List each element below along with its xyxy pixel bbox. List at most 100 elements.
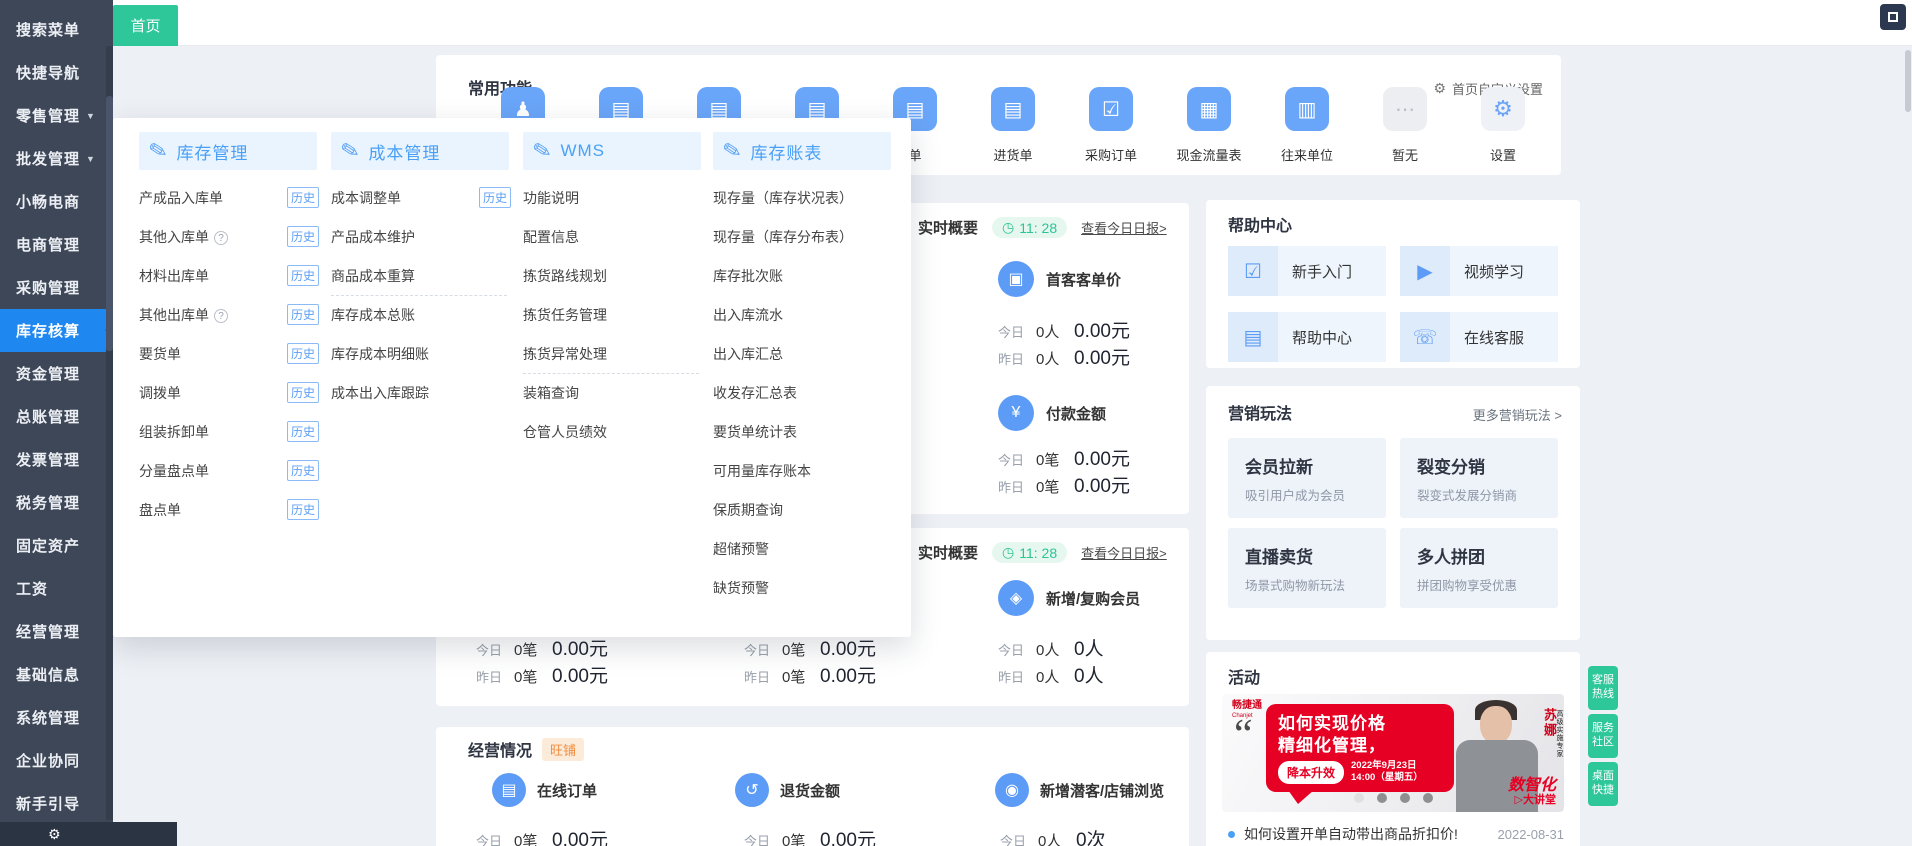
sidebar-item-beginner-guide[interactable]: 新手引导	[0, 782, 113, 825]
sidebar-item-retail[interactable]: 零售管理 ▼	[0, 94, 113, 137]
menu-item[interactable]: 库存成本明细账	[331, 334, 515, 373]
marketing-tile-fission-distribution[interactable]: 裂变分销 裂变式发展分销商	[1400, 438, 1558, 518]
marketing-tile-live-selling[interactable]: 直播卖货 场景式购物新玩法	[1228, 528, 1386, 608]
page-scrollbar[interactable]	[1905, 50, 1911, 112]
menu-item[interactable]: 配置信息	[523, 217, 707, 256]
carousel-dot[interactable]	[1400, 793, 1410, 803]
sidebar-item-payroll[interactable]: 工资	[0, 567, 113, 610]
menu-item[interactable]: 缺货预警	[713, 568, 909, 607]
sidebar-item-funds[interactable]: 资金管理	[0, 352, 113, 395]
menu-item[interactable]: 装箱查询	[523, 373, 707, 412]
menu-item[interactable]: 库存成本总账	[331, 295, 515, 334]
history-badge[interactable]: 历史	[286, 460, 319, 481]
quick-icon-label[interactable]: 往来单位	[1259, 145, 1355, 164]
sidebar-item-quick-nav[interactable]: 快捷导航	[0, 51, 113, 94]
view-daily-report-link[interactable]: 查看今日日报>	[1081, 543, 1167, 562]
purchase-receipt-icon[interactable]: ▤	[991, 87, 1035, 131]
menu-item[interactable]: 商品成本重算	[331, 256, 515, 295]
activity-banner[interactable]: 畅捷通 Chanjet “ 如何实现价格 精细化管理， 降本升效 2022年9月2…	[1222, 694, 1564, 812]
sidebar-scrollbar[interactable]	[106, 96, 113, 351]
sidebar-item-invoice[interactable]: 发票管理	[0, 438, 113, 481]
cash-flow-statement-icon[interactable]: ▦	[1187, 87, 1231, 131]
menu-item[interactable]: 现存量（库存状况表）	[713, 178, 909, 217]
menu-item[interactable]: 材料出库单 历史	[139, 256, 323, 295]
help-tile-support[interactable]: ☏ 在线客服	[1400, 312, 1558, 362]
sidebar-item-wholesale[interactable]: 批发管理 ▼	[0, 137, 113, 180]
help-tile-docs[interactable]: ▤ 帮助中心	[1228, 312, 1386, 362]
marketing-tile-group-buying[interactable]: 多人拼团 拼团购物享受优惠	[1400, 528, 1558, 608]
service-hotline-button[interactable]: 客服 热线	[1588, 666, 1618, 710]
menu-item[interactable]: 可用量库存账本	[713, 451, 909, 490]
sidebar-item-operations[interactable]: 经营管理	[0, 610, 113, 653]
menu-item[interactable]: 组装拆卸单 历史	[139, 412, 323, 451]
sidebar-item-xiaochang-ecom[interactable]: 小畅电商	[0, 180, 113, 223]
history-badge[interactable]: 历史	[286, 265, 319, 286]
flyout-header-inventory-management[interactable]: ✎ 库存管理	[139, 132, 317, 170]
quick-icon-label[interactable]: 暂无	[1357, 145, 1453, 164]
menu-item[interactable]: 拣货路线规划	[523, 256, 707, 295]
quick-icon-label[interactable]: 采购订单	[1063, 145, 1159, 164]
menu-item[interactable]: 仓管人员绩效	[523, 412, 707, 451]
menu-item[interactable]: 超储预警	[713, 529, 909, 568]
tab-home[interactable]: 首页	[113, 5, 178, 46]
history-badge[interactable]: 历史	[286, 226, 319, 247]
help-tile-beginner[interactable]: ☑ 新手入门	[1228, 246, 1386, 296]
history-badge[interactable]: 历史	[286, 304, 319, 325]
menu-item[interactable]: 保质期查询	[713, 490, 909, 529]
view-daily-report-link[interactable]: 查看今日日报>	[1081, 218, 1167, 237]
sidebar-item-basic-info[interactable]: 基础信息	[0, 653, 113, 696]
carousel-dot[interactable]	[1354, 793, 1364, 803]
help-tile-video[interactable]: ▶ 视频学习	[1400, 246, 1558, 296]
menu-item[interactable]: 其他出库单? 历史	[139, 295, 323, 334]
flyout-header-wms[interactable]: ✎ WMS	[523, 132, 701, 170]
sidebar-item-purchasing[interactable]: 采购管理	[0, 266, 113, 309]
sidebar-item-general-ledger[interactable]: 总账管理	[0, 395, 113, 438]
menu-item[interactable]: 出入库汇总	[713, 334, 909, 373]
menu-item[interactable]: 产品成本维护	[331, 217, 515, 256]
menu-item[interactable]: 其他入库单? 历史	[139, 217, 323, 256]
menu-item[interactable]: 出入库流水	[713, 295, 909, 334]
carousel-dot[interactable]	[1377, 793, 1387, 803]
history-badge[interactable]: 历史	[286, 421, 319, 442]
menu-item[interactable]: 拣货异常处理	[523, 334, 707, 373]
more-marketing-link[interactable]: 更多营销玩法 >	[1473, 405, 1562, 424]
history-badge[interactable]: 历史	[286, 382, 319, 403]
sidebar-item-collaboration[interactable]: 企业协同	[0, 739, 113, 782]
sidebar-item-search-menu[interactable]: 搜索菜单	[0, 8, 113, 51]
service-community-button[interactable]: 服务 社区	[1588, 714, 1618, 758]
menu-item[interactable]: 收发存汇总表	[713, 373, 909, 412]
sidebar-item-inventory-accounting[interactable]: 库存核算	[0, 309, 113, 352]
news-item[interactable]: 如何设置开单自动带出商品折扣价! 2022-08-31	[1228, 824, 1564, 844]
quick-icon-label[interactable]: 现金流量表	[1161, 145, 1257, 164]
business-partners-icon[interactable]: ▥	[1285, 87, 1329, 131]
sidebar-item-ecommerce[interactable]: 电商管理	[0, 223, 113, 266]
menu-item[interactable]: 分量盘点单 历史	[139, 451, 323, 490]
menu-item[interactable]: 调拨单 历史	[139, 373, 323, 412]
menu-item[interactable]: 成本调整单 历史	[331, 178, 515, 217]
menu-item[interactable]: 成本出入库跟踪	[331, 373, 515, 412]
menu-item[interactable]: 功能说明	[523, 178, 707, 217]
purchase-order-icon[interactable]: ☑	[1089, 87, 1133, 131]
sidebar-item-system[interactable]: 系统管理	[0, 696, 113, 739]
sidebar-item-fixed-assets[interactable]: 固定资产	[0, 524, 113, 567]
carousel-dot[interactable]	[1423, 793, 1433, 803]
history-badge[interactable]: 历史	[478, 187, 511, 208]
flyout-header-inventory-reports[interactable]: ✎ 库存账表	[713, 132, 891, 170]
menu-item[interactable]: 库存批次账	[713, 256, 909, 295]
fullscreen-button[interactable]	[1880, 4, 1906, 30]
sidebar-item-tax[interactable]: 税务管理	[0, 481, 113, 524]
gear-icon[interactable]: ⚙	[48, 826, 61, 843]
quick-icon-label[interactable]: 进货单	[965, 145, 1061, 164]
settings-icon[interactable]: ⚙	[1481, 87, 1525, 131]
history-badge[interactable]: 历史	[286, 187, 319, 208]
quick-icon-label[interactable]: 设置	[1455, 145, 1551, 164]
empty-slot-icon[interactable]: ⋯	[1383, 87, 1427, 131]
flyout-header-cost-management[interactable]: ✎ 成本管理	[331, 132, 509, 170]
history-badge[interactable]: 历史	[286, 343, 319, 364]
menu-item[interactable]: 要货单 历史	[139, 334, 323, 373]
history-badge[interactable]: 历史	[286, 499, 319, 520]
menu-item[interactable]: 拣货任务管理	[523, 295, 707, 334]
menu-item[interactable]: 盘点单 历史	[139, 490, 323, 529]
menu-item[interactable]: 现存量（库存分布表）	[713, 217, 909, 256]
marketing-tile-member-acquisition[interactable]: 会员拉新 吸引用户成为会员	[1228, 438, 1386, 518]
